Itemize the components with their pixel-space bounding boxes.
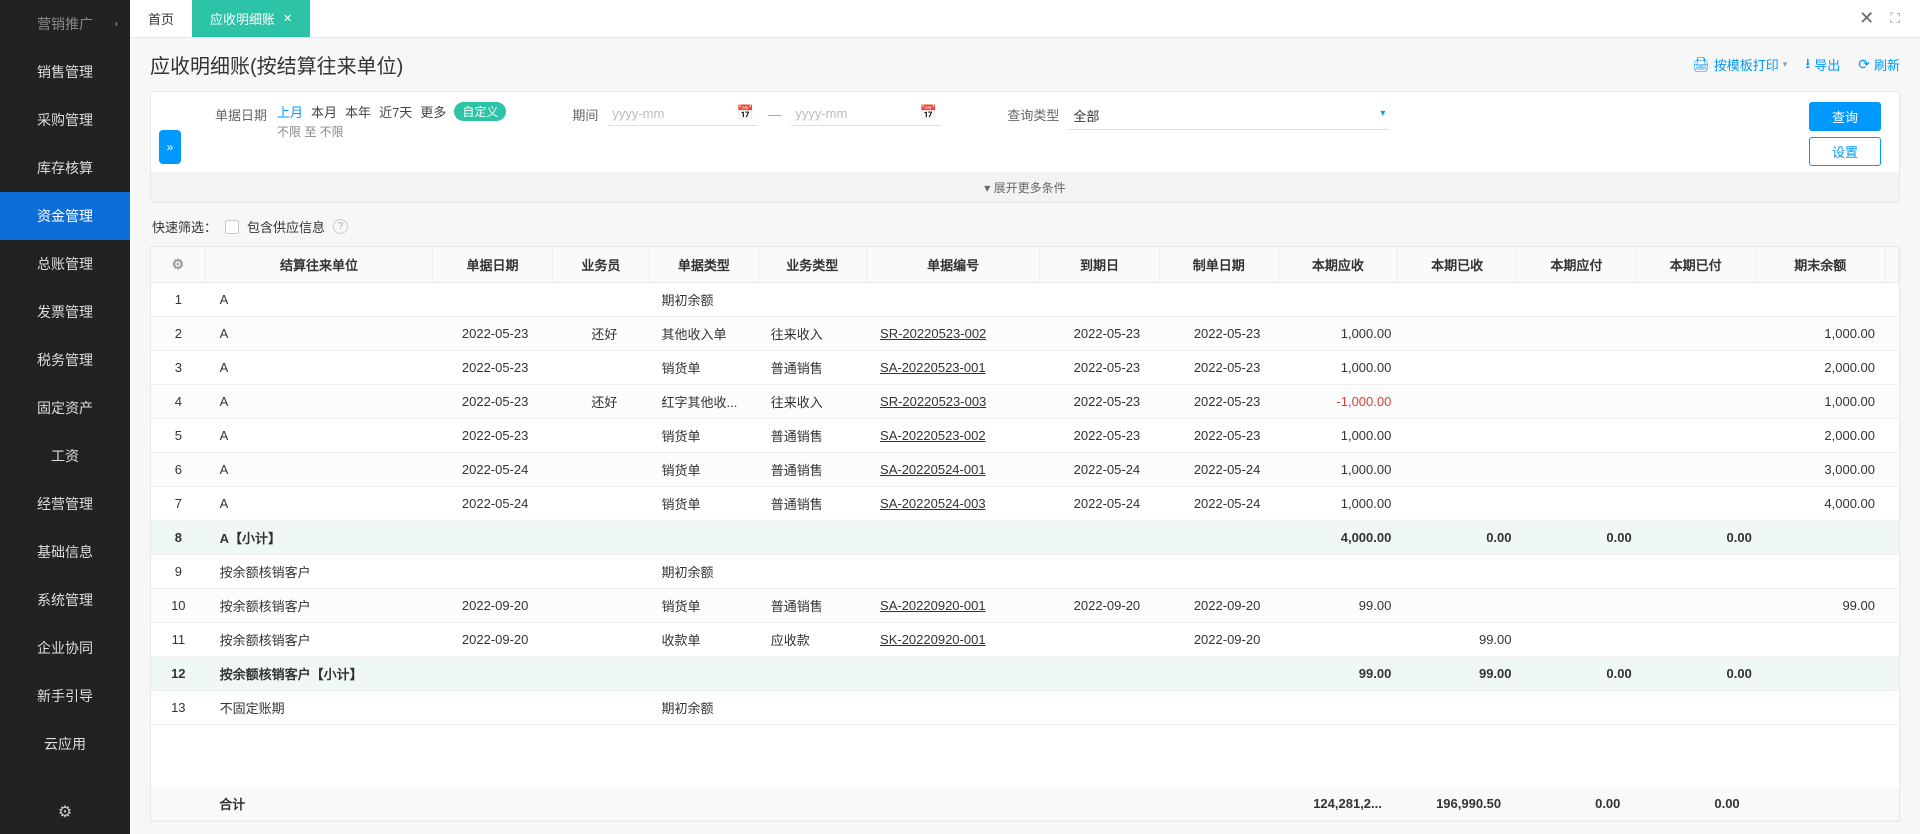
refresh-button[interactable]: ⟳刷新: [1858, 55, 1900, 74]
close-all-icon[interactable]: ✕: [1859, 8, 1874, 29]
quick-custom-badge[interactable]: 自定义: [454, 102, 506, 121]
sidebar-item-9[interactable]: 工资: [0, 432, 130, 480]
sidebar-item-3[interactable]: 库存核算: [0, 144, 130, 192]
doc-link[interactable]: SA-20220523-001: [880, 360, 986, 375]
export-icon: ⭳: [1805, 53, 1810, 77]
sidebar-item-8[interactable]: 固定资产: [0, 384, 130, 432]
quick-this-year[interactable]: 本年: [345, 102, 371, 121]
table-row: 5A2022-05-23销货单普通销售SA-20220523-0022022-0…: [151, 419, 1899, 453]
print-button[interactable]: 🖨按模板打印▾: [1692, 55, 1787, 74]
sidebar-item-7[interactable]: 税务管理: [0, 336, 130, 384]
page-header: 应收明细账(按结算往来单位) 🖨按模板打印▾ ⭳导出 ⟳刷新: [150, 50, 1900, 79]
doc-link[interactable]: SA-20220524-001: [880, 462, 986, 477]
quick-last7[interactable]: 近7天: [379, 102, 412, 121]
table-row: 13不固定账期期初余额: [151, 691, 1899, 725]
include-supply-label: 包含供应信息: [247, 217, 325, 236]
query-type-select[interactable]: 全部: [1069, 102, 1389, 130]
table-row: 6A2022-05-24销货单普通销售SA-20220524-0012022-0…: [151, 453, 1899, 487]
gear-icon: ⚙: [58, 804, 72, 821]
tab-bar: 首页 应收明细账✕ ✕ ⛶: [130, 0, 1920, 38]
doc-link[interactable]: SK-20220920-001: [880, 632, 986, 647]
table-row: 12按余额核销客户【小计】99.0099.000.000.00: [151, 657, 1899, 691]
table-row: 9按余额核销客户期初余额: [151, 555, 1899, 589]
table-footer-total: 合计 124,281,2... 196,990.50 0.00 0.00: [151, 787, 1899, 821]
table-row: 2A2022-05-23还好其他收入单往来收入SR-20220523-00220…: [151, 317, 1899, 351]
quick-this-month[interactable]: 本月: [311, 102, 337, 121]
quick-more[interactable]: 更多: [420, 102, 446, 121]
table-row: 1A期初余额: [151, 283, 1899, 317]
close-icon[interactable]: ✕: [283, 12, 292, 25]
period-from-input[interactable]: [608, 102, 758, 126]
doc-link[interactable]: SR-20220523-003: [880, 394, 986, 409]
sidebar: 营销推广›销售管理采购管理库存核算资金管理总账管理发票管理税务管理固定资产工资经…: [0, 0, 130, 834]
include-supply-checkbox[interactable]: [225, 220, 239, 234]
sidebar-item-11[interactable]: 基础信息: [0, 528, 130, 576]
tab-home[interactable]: 首页: [130, 0, 192, 37]
expand-more-conditions[interactable]: ▾ 展开更多条件: [151, 172, 1899, 202]
chevron-down-icon: ▾: [984, 181, 990, 195]
doc-date-label: 单据日期: [215, 102, 267, 124]
table-row: 7A2022-05-24销货单普通销售SA-20220524-0032022-0…: [151, 487, 1899, 521]
sidebar-settings[interactable]: ⚙: [0, 790, 130, 834]
sidebar-item-10[interactable]: 经营管理: [0, 480, 130, 528]
period-to-input[interactable]: [791, 102, 941, 126]
help-icon[interactable]: ?: [333, 219, 348, 234]
sidebar-item-4[interactable]: 资金管理: [0, 192, 130, 240]
table-row: 10按余额核销客户2022-09-20销货单普通销售SA-20220920-00…: [151, 589, 1899, 623]
sidebar-item-6[interactable]: 发票管理: [0, 288, 130, 336]
gear-icon[interactable]: ⚙: [172, 256, 185, 272]
doc-link[interactable]: SA-20220523-002: [880, 428, 986, 443]
sidebar-item-2[interactable]: 采购管理: [0, 96, 130, 144]
sidebar-item-0[interactable]: 营销推广›: [0, 0, 130, 48]
sidebar-item-12[interactable]: 系统管理: [0, 576, 130, 624]
query-type-label: 查询类型: [1007, 102, 1059, 124]
export-button[interactable]: ⭳导出: [1805, 53, 1840, 77]
doc-link[interactable]: SR-20220523-002: [880, 326, 986, 341]
collapse-toggle[interactable]: »: [159, 130, 181, 164]
table-header-row: ⚙ 结算往来单位 单据日期 业务员 单据类型 业务类型 单据编号 到期日 制单日…: [151, 247, 1899, 283]
period-label: 期间: [572, 102, 598, 124]
page-title: 应收明细账(按结算往来单位): [150, 50, 403, 79]
sidebar-item-14[interactable]: 新手引导: [0, 672, 130, 720]
setting-button[interactable]: 设置: [1809, 137, 1881, 166]
calendar-icon[interactable]: 📅: [920, 104, 937, 121]
filter-bar: » 单据日期 上月 本月 本年 近7天 更多 自定义: [150, 91, 1900, 203]
table-row: 8A【小计】4,000.000.000.000.00: [151, 521, 1899, 555]
table-row: 4A2022-05-23还好红字其他收...往来收入SR-20220523-00…: [151, 385, 1899, 419]
chevron-right-icon: ›: [115, 19, 118, 30]
sidebar-item-15[interactable]: 云应用: [0, 720, 130, 768]
calendar-icon[interactable]: 📅: [737, 104, 754, 121]
quick-date-links: 上月 本月 本年 近7天 更多 自定义 不限 至 不限: [277, 102, 506, 140]
table-row: 11按余额核销客户2022-09-20收款单应收款SK-20220920-001…: [151, 623, 1899, 657]
chevron-down-icon: ▾: [1783, 59, 1788, 70]
sidebar-item-5[interactable]: 总账管理: [0, 240, 130, 288]
doc-link[interactable]: SA-20220920-001: [880, 598, 986, 613]
fullscreen-icon[interactable]: ⛶: [1890, 10, 1900, 27]
search-button[interactable]: 查询: [1809, 102, 1881, 131]
date-range-sub: 不限 至 不限: [277, 123, 506, 140]
data-table: ⚙ 结算往来单位 单据日期 业务员 单据类型 业务类型 单据编号 到期日 制单日…: [150, 246, 1900, 822]
sidebar-item-13[interactable]: 企业协同: [0, 624, 130, 672]
sidebar-item-1[interactable]: 销售管理: [0, 48, 130, 96]
print-icon: 🖨: [1692, 56, 1710, 73]
tab-active[interactable]: 应收明细账✕: [192, 0, 310, 37]
table-row: 3A2022-05-23销货单普通销售SA-20220523-0012022-0…: [151, 351, 1899, 385]
quick-last-month[interactable]: 上月: [277, 102, 303, 121]
doc-link[interactable]: SA-20220524-003: [880, 496, 986, 511]
refresh-icon: ⟳: [1858, 56, 1870, 73]
quick-filter: 快速筛选： 包含供应信息 ?: [150, 211, 1900, 246]
chevron-down-icon[interactable]: ▾: [1380, 108, 1385, 119]
